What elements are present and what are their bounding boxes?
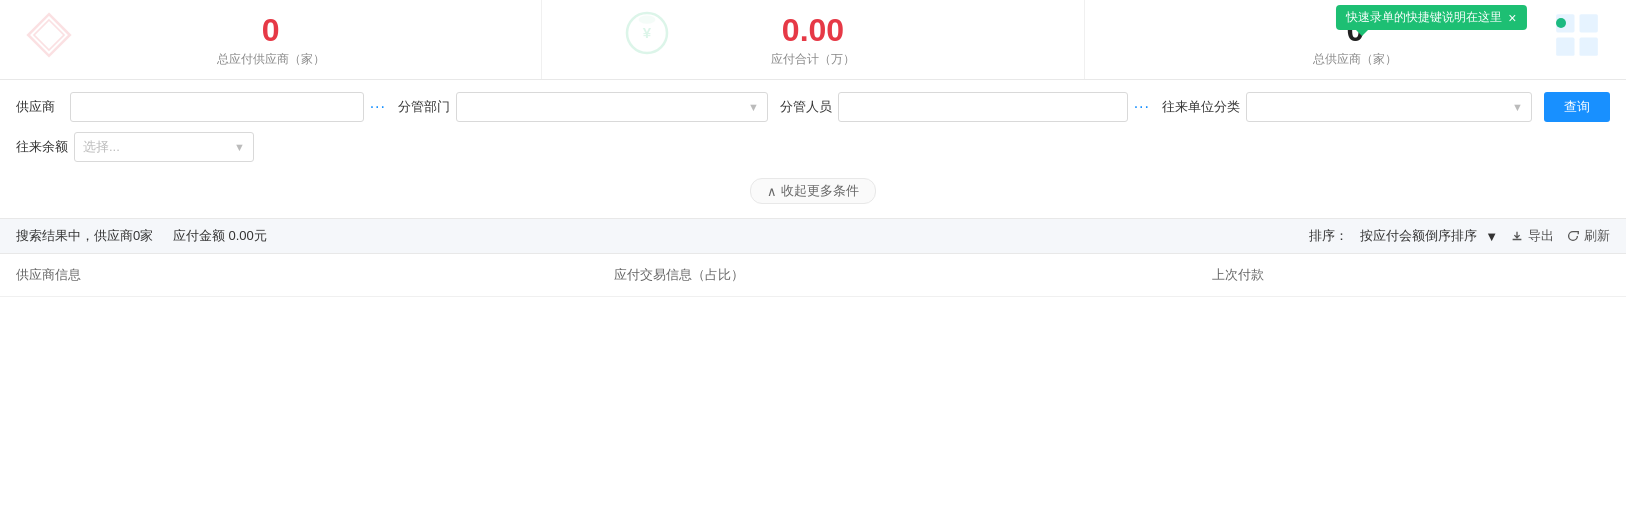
diamond-icon [24,10,74,60]
tooltip-bubble[interactable]: 快速录单的快捷键说明在这里 × [1336,5,1526,30]
filter-row-2: 往来余额 选择... ▼ [16,132,1610,162]
collapse-label: 收起更多条件 [781,182,859,200]
dept-filter: 分管部门 ▼ [398,92,768,122]
result-amount: 应付金额 0.00元 [173,228,267,243]
unit-label: 往来单位分类 [1162,98,1240,116]
filter-row-1: 供应商 ··· 分管部门 ▼ 分管人员 ··· 往来单位分类 ▼ [16,92,1610,122]
refresh-btn[interactable]: 刷新 [1566,227,1610,245]
svg-rect-5 [1556,14,1574,32]
collapse-icon: ∧ [767,184,777,199]
export-btn[interactable]: 导出 [1510,227,1554,245]
stat-payable-total: ¥ 0.00 应付合计（万） [542,0,1084,79]
unit-filter: 往来单位分类 ▼ [1162,92,1532,122]
stat-all-suppliers: 快速录单的快捷键说明在这里 × 0 总供应商（家） [1085,0,1626,79]
collapse-bar: ∧ 收起更多条件 [16,172,1610,214]
payable-total-value: 0.00 [782,11,844,49]
balance-label: 往来余额 [16,138,68,156]
person-input[interactable] [838,92,1128,122]
svg-rect-6 [1579,14,1597,32]
table-body [0,297,1626,515]
col-transaction-header: 应付交易信息（占比） [614,266,1212,284]
supplier-label: 供应商 [16,98,64,116]
dept-label: 分管部门 [398,98,450,116]
refresh-label: 刷新 [1584,227,1610,245]
result-actions: 排序： 按应付会额倒序排序 ▼ 导出 刷新 [1309,227,1610,245]
svg-rect-8 [1579,38,1597,56]
col-supplier-header: 供应商信息 [16,266,614,284]
sort-value: 按应付会额倒序排序 [1360,227,1477,245]
supplier-more-btn[interactable]: ··· [370,98,386,116]
tooltip-text: 快速录单的快捷键说明在这里 [1346,9,1502,26]
person-more-btn[interactable]: ··· [1134,98,1150,116]
all-suppliers-label: 总供应商（家） [1313,51,1397,68]
dept-chevron: ▼ [748,101,759,113]
unit-chevron: ▼ [1512,101,1523,113]
balance-filter: 往来余额 选择... ▼ [16,132,296,162]
balance-placeholder: 选择... [83,138,120,156]
unit-select[interactable]: ▼ [1246,92,1532,122]
supplier-filter: 供应商 ··· [16,92,386,122]
sort-label: 排序： [1309,227,1348,245]
coin-icon: ¥ [622,8,672,58]
dept-select[interactable]: ▼ [456,92,768,122]
svg-text:¥: ¥ [643,24,652,41]
export-icon [1510,229,1524,243]
filter-section: 供应商 ··· 分管部门 ▼ 分管人员 ··· 往来单位分类 ▼ [0,80,1626,219]
stat-total-payable-suppliers: 0 总应付供应商（家） [0,0,542,79]
stats-bar: 0 总应付供应商（家） ¥ 0.00 应付合计（万） 快速录单的快捷键说明在这里… [0,0,1626,80]
collapse-button[interactable]: ∧ 收起更多条件 [750,178,876,204]
result-text: 搜索结果中，供应商0家 [16,228,153,243]
tooltip-close-btn[interactable]: × [1508,11,1516,25]
supplier-input[interactable] [70,92,364,122]
table-header: 供应商信息 应付交易信息（占比） 上次付款 [0,254,1626,297]
payable-total-label: 应付合计（万） [771,51,855,68]
export-label: 导出 [1528,227,1554,245]
sort-select[interactable]: 按应付会额倒序排序 ▼ [1360,227,1498,245]
sort-chevron: ▼ [1485,229,1498,244]
result-summary: 搜索结果中，供应商0家 应付金额 0.00元 [16,227,267,245]
grid-icon [1552,10,1602,60]
svg-point-3 [639,16,656,24]
svg-rect-7 [1556,38,1574,56]
result-bar: 搜索结果中，供应商0家 应付金额 0.00元 排序： 按应付会额倒序排序 ▼ 导… [0,219,1626,254]
total-payable-count: 0 [262,11,280,49]
balance-chevron: ▼ [234,141,245,153]
search-button[interactable]: 查询 [1544,92,1610,122]
col-payment-header: 上次付款 [1212,266,1611,284]
balance-select[interactable]: 选择... ▼ [74,132,254,162]
person-label: 分管人员 [780,98,832,116]
refresh-icon [1566,229,1580,243]
total-payable-label: 总应付供应商（家） [217,51,325,68]
person-filter: 分管人员 ··· [780,92,1150,122]
